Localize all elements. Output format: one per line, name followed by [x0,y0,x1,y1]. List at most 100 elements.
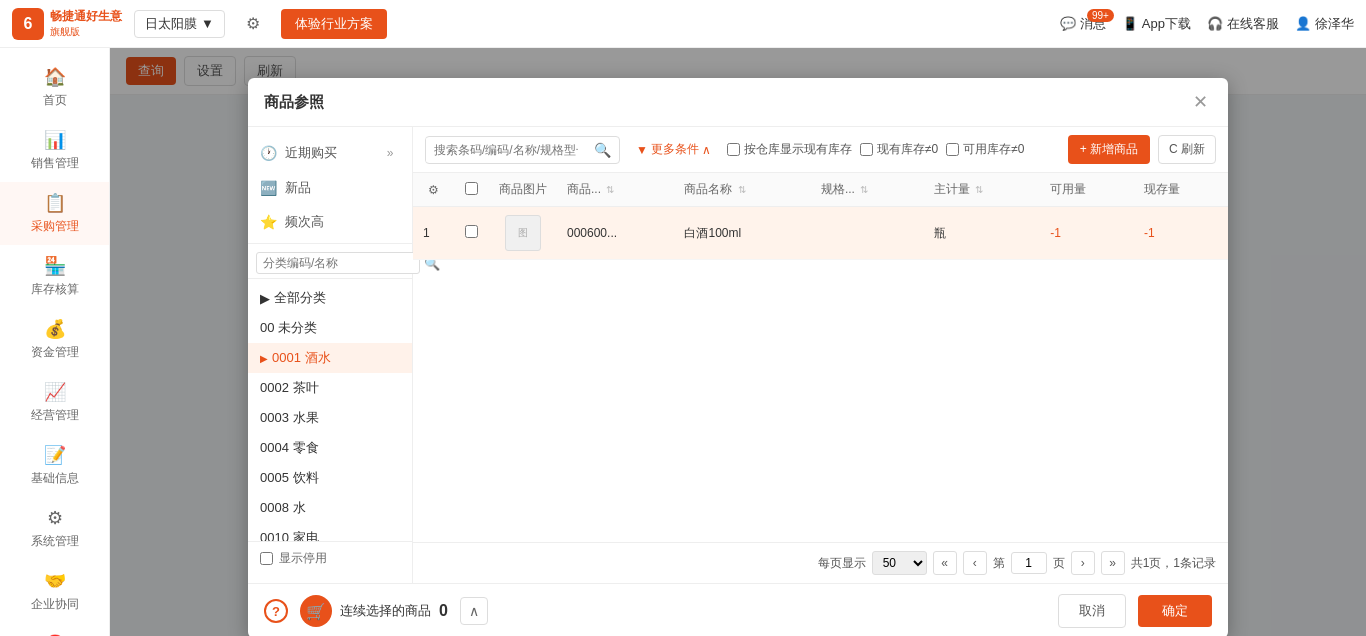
basic-info-icon: 📝 [44,444,66,466]
more-filter-button[interactable]: ▼ 更多条件 ∧ [628,137,719,162]
col-available-header[interactable]: 可用量 [1040,173,1134,207]
cat-item-0010[interactable]: 0010 家电 [248,523,412,541]
sidebar-item-guide[interactable]: 🎯 新手引导 [0,623,109,636]
row-available: -1 [1040,207,1134,260]
select-all-checkbox[interactable] [465,182,478,195]
operations-icon: 📈 [44,381,66,403]
last-page-button[interactable]: » [1101,551,1125,575]
pagination: 每页显示 50 10 20 100 « ‹ 第 页 [413,542,1228,583]
cat-item-0002[interactable]: 0002 茶叶 [248,373,412,403]
sort-code-icon: ⇅ [606,184,614,195]
sidebar: 🏠 首页 📊 销售管理 📋 采购管理 🏪 库存核算 💰 资金管理 📈 经营管理 … [0,48,110,636]
table-header-row: ⚙ 商品图片 商品... ⇅ [413,173,1228,207]
col-stock-header[interactable]: 现存量 [1134,173,1228,207]
table-row[interactable]: 1 图 000600... 白酒100ml [413,207,1228,260]
new-icon: 🆕 [260,180,277,196]
right-panel: 🔍 ▼ 更多条件 ∧ 按仓库显示现有库存 [413,127,1228,583]
available-stock-checkbox-label[interactable]: 可用库存≠0 [946,141,1024,158]
user-avatar[interactable]: 👤 徐泽华 [1295,15,1354,33]
product-table-wrapper: ⚙ 商品图片 商品... ⇅ [413,173,1228,542]
cat-item-0004[interactable]: 0004 零食 [248,433,412,463]
sidebar-item-enterprise[interactable]: 🤝 企业协同 [0,560,109,623]
star-icon: ⭐ [260,214,277,230]
settings-icon[interactable]: ⚙ [237,8,269,40]
system-icon: ⚙ [47,507,63,529]
high-frequency-item[interactable]: ⭐ 频次高 [248,205,412,239]
fold-button[interactable]: ∧ [460,597,488,625]
first-page-button[interactable]: « [933,551,957,575]
add-product-button[interactable]: + 新增商品 [1068,135,1150,164]
refresh-button[interactable]: C 刷新 [1158,135,1216,164]
confirm-button[interactable]: 确定 [1138,595,1212,627]
cart-icon[interactable]: 🛒 [300,595,332,627]
category-list: ▶ 全部分类 00 未分类 ▶ 0001 酒水 0002 茶 [248,279,412,541]
sort-name-icon: ⇅ [738,184,746,195]
sidebar-item-sales[interactable]: 📊 销售管理 [0,119,109,182]
show-disabled-checkbox[interactable] [260,552,273,565]
available-stock-checkbox[interactable] [946,143,959,156]
store-selector[interactable]: 日太阳膜 ▼ [134,10,225,38]
cart-area: 🛒 连续选择的商品 0 [300,595,448,627]
col-code-header[interactable]: 商品... ⇅ [557,173,674,207]
warehouse-stock-checkbox[interactable] [727,143,740,156]
category-search-input[interactable] [256,252,420,274]
cat-item-0008[interactable]: 0008 水 [248,493,412,523]
sidebar-item-finance[interactable]: 💰 资金管理 [0,308,109,371]
prev-page-button[interactable]: ‹ [963,551,987,575]
cancel-button[interactable]: 取消 [1058,594,1126,628]
col-unit-header[interactable]: 主计量 ⇅ [924,173,1040,207]
app-icon: 📱 [1122,16,1138,31]
sidebar-item-operations[interactable]: 📈 经营管理 [0,371,109,434]
current-stock-checkbox-label[interactable]: 现有库存≠0 [860,141,938,158]
row-unit: 瓶 [924,207,1040,260]
user-icon: 👤 [1295,16,1311,31]
product-search-button[interactable]: 🔍 [586,137,619,163]
message-button[interactable]: 💬 消息 99+ [1060,15,1106,33]
warehouse-stock-checkbox-label[interactable]: 按仓库显示现有库存 [727,141,852,158]
main-layout: 🏠 首页 📊 销售管理 📋 采购管理 🏪 库存核算 💰 资金管理 📈 经营管理 … [0,48,1366,636]
sidebar-item-basic-info[interactable]: 📝 基础信息 [0,434,109,497]
logo-text: 畅捷通好生意 旗舰版 [50,8,122,39]
col-check[interactable] [453,173,489,207]
col-name-header[interactable]: 商品名称 ⇅ [674,173,810,207]
current-stock-checkbox[interactable] [860,143,873,156]
page-size-select[interactable]: 50 10 20 100 [872,551,927,575]
online-service-button[interactable]: 🎧 在线客服 [1207,15,1279,33]
help-button[interactable]: ? [264,599,288,623]
finance-icon: 💰 [44,318,66,340]
cat-item-00[interactable]: 00 未分类 [248,313,412,343]
sidebar-item-home[interactable]: 🏠 首页 [0,56,109,119]
modal-close-button[interactable]: ✕ [1188,90,1212,114]
row-name: 白酒100ml [674,207,810,260]
product-search-box: 🔍 [425,136,620,164]
divider [248,243,412,244]
page-input[interactable] [1011,552,1047,574]
sidebar-item-purchase[interactable]: 📋 采购管理 [0,182,109,245]
filter-icon: ▼ [636,143,648,157]
cat-item-0003[interactable]: 0003 水果 [248,403,412,433]
col-settings[interactable]: ⚙ [413,173,453,207]
next-page-button[interactable]: › [1071,551,1095,575]
sidebar-item-system[interactable]: ⚙ 系统管理 [0,497,109,560]
product-table: ⚙ 商品图片 商品... ⇅ [413,173,1228,260]
cat-item-0001[interactable]: ▶ 0001 酒水 [248,343,412,373]
new-product-item[interactable]: 🆕 新品 [248,171,412,205]
cat-item-all[interactable]: ▶ 全部分类 [248,283,412,313]
collapse-icon[interactable]: » [380,143,400,163]
sidebar-item-inventory[interactable]: 🏪 库存核算 [0,245,109,308]
col-spec-header[interactable]: 规格... ⇅ [811,173,924,207]
enterprise-icon: 🤝 [44,570,66,592]
left-panel: 🕐 近期购买 » 🆕 新品 ⭐ 频次高 [248,127,413,583]
product-search-input[interactable] [426,138,586,162]
trial-button[interactable]: 体验行业方案 [281,9,387,39]
row-checkbox[interactable] [465,225,478,238]
row-checkbox-cell[interactable] [453,207,489,260]
content-area: 查询 设置 刷新 商品参照 ✕ 🕐 近期购买 [110,48,1366,636]
show-disabled-area: 显示停用 [248,541,412,575]
recent-purchase-item[interactable]: 🕐 近期购买 » [248,135,412,171]
app-download-button[interactable]: 📱 App下载 [1122,15,1191,33]
logo-icon: 6 [12,8,44,40]
modal-overlay: 商品参照 ✕ 🕐 近期购买 » 🆕 新品 [110,48,1366,636]
cat-item-0005[interactable]: 0005 饮料 [248,463,412,493]
total-info: 共1页，1条记录 [1131,555,1216,572]
